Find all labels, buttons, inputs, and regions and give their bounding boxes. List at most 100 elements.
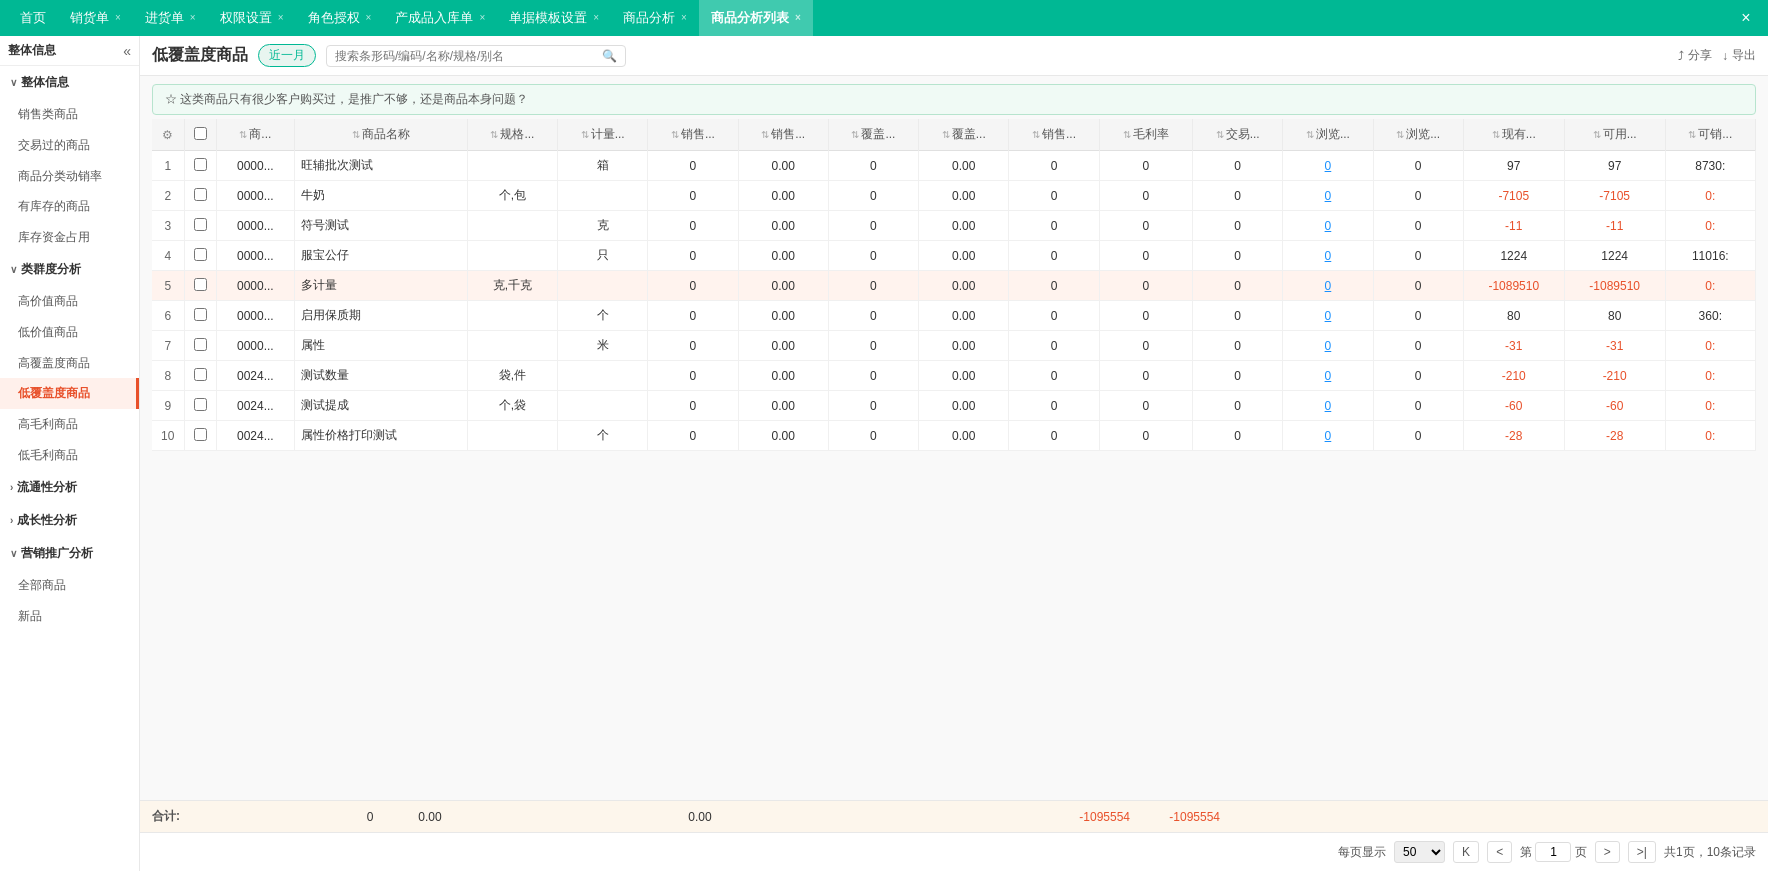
row-browse1[interactable]: 0 — [1283, 301, 1373, 331]
row-select-checkbox[interactable] — [194, 398, 207, 411]
close-icon[interactable]: × — [190, 0, 196, 36]
row-browse1[interactable]: 0 — [1283, 331, 1373, 361]
sidebar-item-sales-goods[interactable]: 销售类商品 — [0, 99, 139, 130]
row-browse2: 0 — [1373, 421, 1463, 451]
sidebar-item-capital-occupation[interactable]: 库存资金占用 — [0, 222, 139, 253]
select-all-checkbox[interactable] — [194, 127, 207, 140]
close-icon[interactable]: × — [479, 0, 485, 36]
row-checkbox[interactable] — [184, 271, 216, 301]
column-checkbox[interactable] — [184, 119, 216, 151]
row-spec — [467, 211, 557, 241]
nav-tab-sales[interactable]: 销货单 × — [58, 0, 133, 36]
row-select-checkbox[interactable] — [194, 278, 207, 291]
row-name: 服宝公仔 — [295, 241, 468, 271]
row-sales3: 0 — [1009, 391, 1099, 421]
row-select-checkbox[interactable] — [194, 248, 207, 261]
row-select-checkbox[interactable] — [194, 158, 207, 171]
sidebar-item-all-goods[interactable]: 全部商品 — [0, 570, 139, 601]
sidebar-section-circulation[interactable]: › 流通性分析 — [0, 471, 139, 504]
row-coverage2: 0.00 — [919, 361, 1009, 391]
sidebar-item-low-value[interactable]: 低价值商品 — [0, 317, 139, 348]
row-select-checkbox[interactable] — [194, 188, 207, 201]
sidebar-collapse-button[interactable]: « — [123, 43, 131, 59]
close-icon[interactable]: × — [681, 0, 687, 36]
sidebar-section-growth[interactable]: › 成长性分析 — [0, 504, 139, 537]
sidebar-item-low-margin[interactable]: 低毛利商品 — [0, 440, 139, 471]
row-checkbox[interactable] — [184, 391, 216, 421]
sidebar-item-high-margin[interactable]: 高毛利商品 — [0, 409, 139, 440]
sidebar-section-cluster[interactable]: ∨ 类群度分析 — [0, 253, 139, 286]
row-checkbox[interactable] — [184, 301, 216, 331]
row-checkbox[interactable] — [184, 331, 216, 361]
nav-tab-permissions[interactable]: 权限设置 × — [208, 0, 296, 36]
row-trans: 0 — [1193, 151, 1283, 181]
row-saleable: 0: — [1665, 271, 1755, 301]
row-checkbox[interactable] — [184, 211, 216, 241]
sidebar-item-sales-rate[interactable]: 商品分类动销率 — [0, 161, 139, 192]
sidebar-item-traded-goods[interactable]: 交易过的商品 — [0, 130, 139, 161]
close-icon[interactable]: × — [366, 0, 372, 36]
close-icon[interactable]: × — [593, 0, 599, 36]
table-container[interactable]: ⚙ ⇅商... ⇅商品名称 ⇅规格... ⇅计量... ⇅销售... ⇅销售..… — [140, 119, 1768, 800]
row-checkbox[interactable] — [184, 181, 216, 211]
nav-tab-product-analysis-list[interactable]: 商品分析列表 × — [699, 0, 813, 36]
row-browse1[interactable]: 0 — [1283, 181, 1373, 211]
close-icon[interactable]: × — [278, 0, 284, 36]
sidebar-item-low-coverage[interactable]: 低覆盖度商品 — [0, 378, 139, 409]
search-icon[interactable]: 🔍 — [602, 49, 617, 63]
row-browse1[interactable]: 0 — [1283, 391, 1373, 421]
row-spec — [467, 301, 557, 331]
row-browse1[interactable]: 0 — [1283, 271, 1373, 301]
row-browse1[interactable]: 0 — [1283, 151, 1373, 181]
row-number: 4 — [152, 241, 184, 271]
row-coverage2: 0.00 — [919, 181, 1009, 211]
row-checkbox[interactable] — [184, 241, 216, 271]
chevron-down-icon: ∨ — [10, 77, 17, 88]
sidebar-item-high-value[interactable]: 高价值商品 — [0, 286, 139, 317]
window-close-button[interactable]: × — [1732, 4, 1760, 32]
settings-icon[interactable]: ⚙ — [162, 128, 173, 142]
row-name: 多计量 — [295, 271, 468, 301]
row-browse1[interactable]: 0 — [1283, 211, 1373, 241]
search-input[interactable] — [335, 49, 598, 63]
nav-tab-product-analysis[interactable]: 商品分析 × — [611, 0, 699, 36]
row-checkbox[interactable] — [184, 421, 216, 451]
prev-page-button[interactable]: < — [1487, 841, 1512, 863]
search-box[interactable]: 🔍 — [326, 45, 626, 67]
nav-tab-purchase[interactable]: 进货单 × — [133, 0, 208, 36]
row-select-checkbox[interactable] — [194, 308, 207, 321]
row-code: 0024... — [216, 391, 295, 421]
share-button[interactable]: ⤴ 分享 — [1678, 47, 1712, 64]
sidebar-item-stocked-goods[interactable]: 有库存的商品 — [0, 191, 139, 222]
nav-tab-template-settings[interactable]: 单据模板设置 × — [497, 0, 611, 36]
nav-tab-home[interactable]: 首页 — [8, 0, 58, 36]
sidebar-section-overall[interactable]: ∨ 整体信息 — [0, 66, 139, 99]
nav-tab-finished-goods[interactable]: 产成品入库单 × — [383, 0, 497, 36]
sidebar-item-high-coverage[interactable]: 高覆盖度商品 — [0, 348, 139, 379]
nav-tab-roles[interactable]: 角色授权 × — [296, 0, 384, 36]
row-browse1[interactable]: 0 — [1283, 361, 1373, 391]
row-select-checkbox[interactable] — [194, 218, 207, 231]
row-browse1[interactable]: 0 — [1283, 241, 1373, 271]
column-settings[interactable]: ⚙ — [152, 119, 184, 151]
row-sales3: 0 — [1009, 271, 1099, 301]
page-input[interactable] — [1535, 842, 1571, 862]
row-browse1[interactable]: 0 — [1283, 421, 1373, 451]
per-page-select[interactable]: 50 100 200 — [1394, 841, 1445, 863]
row-margin: 0 — [1099, 211, 1192, 241]
col-sales3: ⇅销售... — [1009, 119, 1099, 151]
row-checkbox[interactable] — [184, 151, 216, 181]
row-select-checkbox[interactable] — [194, 428, 207, 441]
row-select-checkbox[interactable] — [194, 338, 207, 351]
sidebar-item-new-goods[interactable]: 新品 — [0, 601, 139, 632]
close-icon[interactable]: × — [115, 0, 121, 36]
close-icon[interactable]: × — [795, 0, 801, 36]
first-page-button[interactable]: K — [1453, 841, 1479, 863]
sidebar-section-marketing[interactable]: ∨ 营销推广分析 — [0, 537, 139, 570]
last-page-button[interactable]: >| — [1628, 841, 1656, 863]
next-page-button[interactable]: > — [1595, 841, 1620, 863]
export-button[interactable]: ↓ 导出 — [1722, 47, 1756, 64]
row-select-checkbox[interactable] — [194, 368, 207, 381]
time-filter-button[interactable]: 近一月 — [258, 44, 316, 67]
row-checkbox[interactable] — [184, 361, 216, 391]
